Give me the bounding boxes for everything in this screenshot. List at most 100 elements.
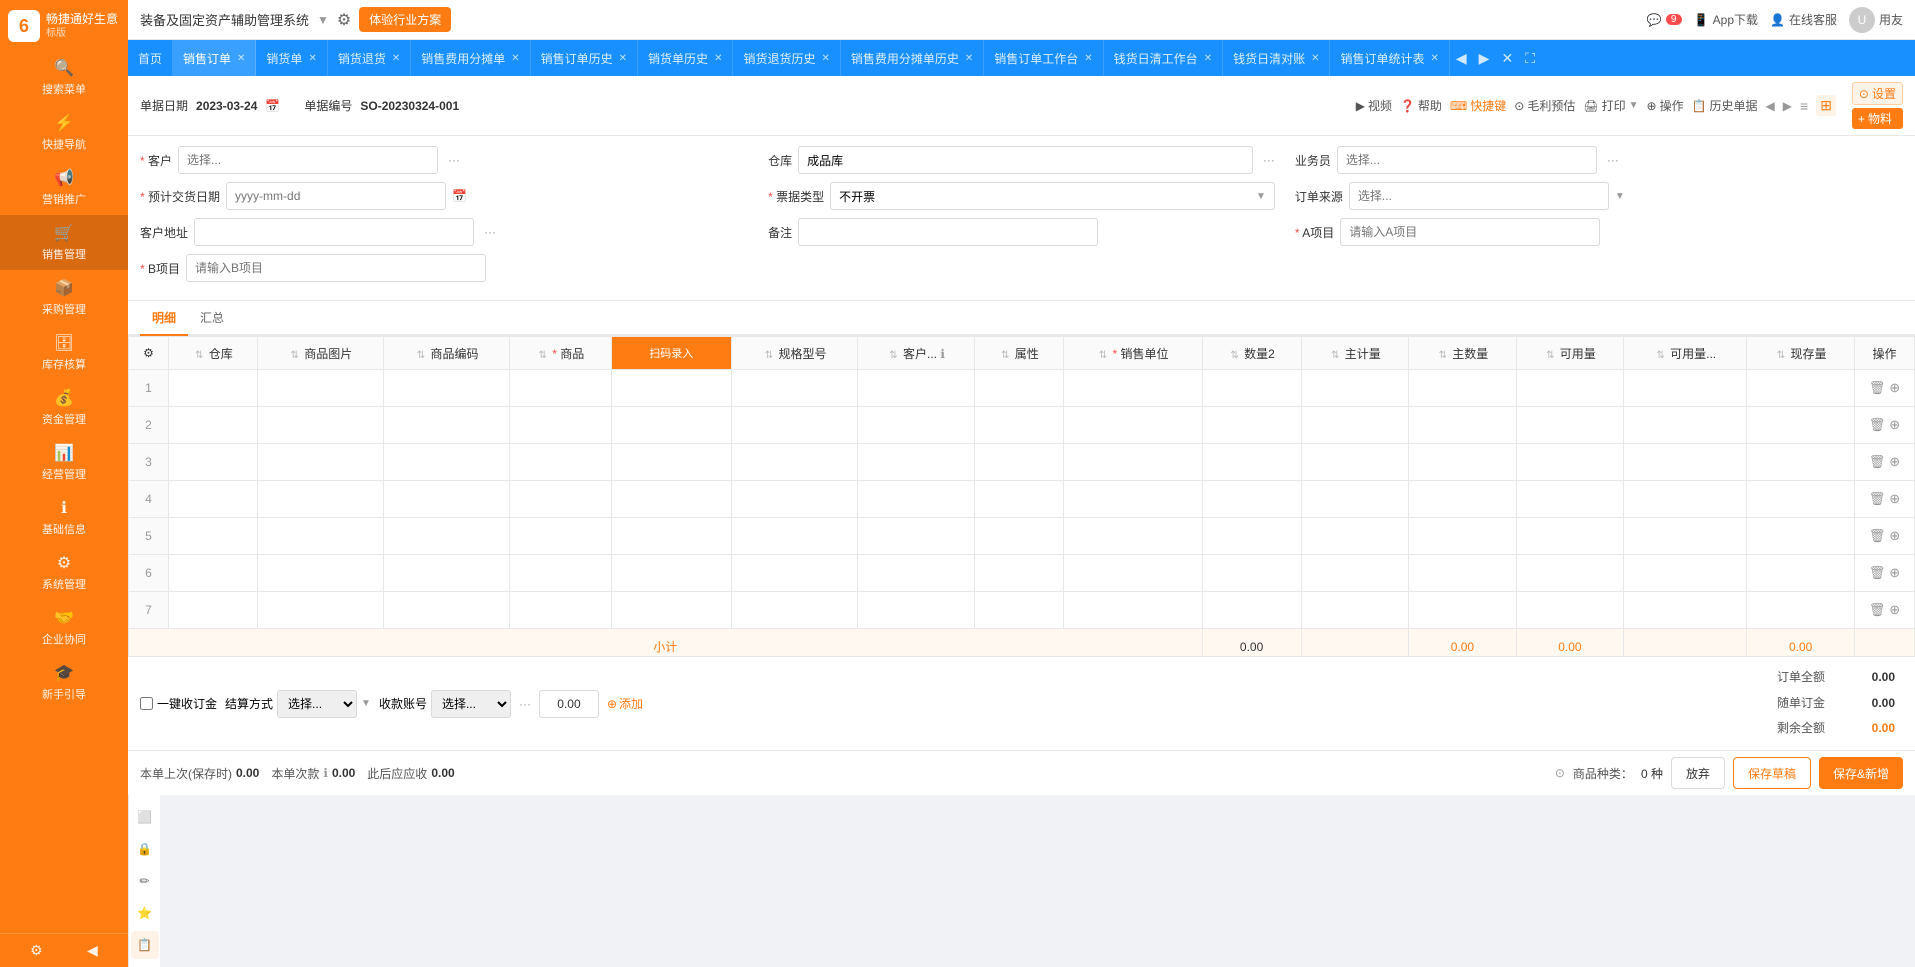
cell-customer-code-7[interactable] <box>858 592 975 629</box>
copy-row-4-icon[interactable]: ⊕ <box>1889 491 1900 507</box>
cell-qty2-2[interactable] <box>1202 407 1301 444</box>
cell-product-6[interactable] <box>510 555 611 592</box>
cell-attr-3[interactable] <box>974 444 1063 481</box>
cell-main-qty-5[interactable] <box>1409 518 1517 555</box>
right-panel-icon-5[interactable]: 📋 <box>131 931 159 959</box>
sort-spec-icon[interactable]: ⇅ <box>765 350 773 361</box>
sidebar-item-marketing[interactable]: 📢 营销推广 <box>0 160 128 215</box>
sort-main-qty-icon[interactable]: ⇅ <box>1439 350 1447 361</box>
cell-code-3[interactable] <box>384 444 510 481</box>
cell-spec-1[interactable] <box>731 370 857 407</box>
delivery-date-input[interactable] <box>226 182 446 210</box>
cell-stock-2[interactable] <box>1747 407 1855 444</box>
cell-spec-6[interactable] <box>731 555 857 592</box>
tab-sales-invoice-close[interactable]: ✕ <box>308 53 316 64</box>
cell-unit-4[interactable] <box>1063 481 1202 518</box>
cell-warehouse-4[interactable] <box>169 481 258 518</box>
cell-stock-6[interactable] <box>1747 555 1855 592</box>
amount-input[interactable] <box>539 690 599 718</box>
tab-sales-order-close[interactable]: ✕ <box>237 53 245 64</box>
sidebar-item-operations[interactable]: 📊 经营管理 <box>0 435 128 490</box>
cell-main-qty-4[interactable] <box>1409 481 1517 518</box>
cell-avail-7[interactable] <box>1516 592 1624 629</box>
settings-col-icon[interactable]: ⚙ <box>143 346 154 360</box>
tab-sales-order[interactable]: 销售订单 ✕ <box>173 40 256 76</box>
customer-input[interactable] <box>178 146 438 174</box>
sort-product-icon[interactable]: ⇅ <box>539 350 547 361</box>
cell-avail2-2[interactable] <box>1624 407 1747 444</box>
cell-qty2-5[interactable] <box>1202 518 1301 555</box>
tab-daily-clear-close[interactable]: ✕ <box>1204 53 1212 64</box>
account-select[interactable]: 选择... <box>431 690 511 718</box>
app-download-item[interactable]: 📱 App下载 <box>1694 11 1758 28</box>
cell-avail-2[interactable] <box>1516 407 1624 444</box>
sort-warehouse-icon[interactable]: ⇅ <box>195 350 203 361</box>
cell-image-4[interactable] <box>257 481 383 518</box>
sort-code-icon[interactable]: ⇅ <box>417 350 425 361</box>
cell-unit-7[interactable] <box>1063 592 1202 629</box>
cell-main-unit-3[interactable] <box>1301 444 1409 481</box>
tab-fee-history[interactable]: 销售费用分摊单历史 ✕ <box>841 40 984 76</box>
delete-row-6-icon[interactable]: 🗑 <box>1869 565 1886 581</box>
cell-unit-6[interactable] <box>1063 555 1202 592</box>
cell-unit-1[interactable] <box>1063 370 1202 407</box>
cell-avail2-7[interactable] <box>1624 592 1747 629</box>
warehouse-dots-btn[interactable]: ··· <box>1263 153 1275 167</box>
copy-row-5-icon[interactable]: ⊕ <box>1889 528 1900 544</box>
cell-code-4[interactable] <box>384 481 510 518</box>
cell-attr-1[interactable] <box>974 370 1063 407</box>
tab-invoice-history[interactable]: 销货单历史 ✕ <box>638 40 733 76</box>
right-panel-icon-4[interactable]: ⭐ <box>131 899 159 927</box>
cell-stock-7[interactable] <box>1747 592 1855 629</box>
sidebar-item-finance[interactable]: 💰 资金管理 <box>0 380 128 435</box>
cell-spec-3[interactable] <box>731 444 857 481</box>
salesperson-dots-btn[interactable]: ··· <box>1607 153 1619 167</box>
cell-attr-6[interactable] <box>974 555 1063 592</box>
cell-image-3[interactable] <box>257 444 383 481</box>
tab-summary[interactable]: 汇总 <box>188 301 236 336</box>
cell-warehouse-6[interactable] <box>169 555 258 592</box>
shortcut-btn[interactable]: ⌨ 快捷键 <box>1450 97 1506 114</box>
nav-right-btn[interactable]: ▶ <box>1783 99 1792 113</box>
copy-row-1-icon[interactable]: ⊕ <box>1889 380 1900 396</box>
sidebar-collapse-btn[interactable]: ◀ <box>87 942 98 959</box>
cell-stock-3[interactable] <box>1747 444 1855 481</box>
cell-scan-3[interactable] <box>611 444 731 481</box>
cell-attr-2[interactable] <box>974 407 1063 444</box>
sort-unit-icon[interactable]: ⇅ <box>1099 350 1107 361</box>
sidebar-item-base-info[interactable]: ℹ 基础信息 <box>0 490 128 545</box>
tab-daily-reconcile-close[interactable]: ✕ <box>1311 53 1319 64</box>
cell-warehouse-1[interactable] <box>169 370 258 407</box>
delete-row-2-icon[interactable]: 🗑 <box>1869 417 1886 433</box>
cell-warehouse-3[interactable] <box>169 444 258 481</box>
sort-customer-code-icon[interactable]: ⇅ <box>889 350 897 361</box>
cell-main-unit-2[interactable] <box>1301 407 1409 444</box>
tab-prev-btn[interactable]: ◀ <box>1450 40 1473 76</box>
cell-product-2[interactable] <box>510 407 611 444</box>
cell-avail-4[interactable] <box>1516 481 1624 518</box>
cell-attr-7[interactable] <box>974 592 1063 629</box>
right-panel-icon-2[interactable]: 🔒 <box>131 835 159 863</box>
cell-image-6[interactable] <box>257 555 383 592</box>
cell-avail-3[interactable] <box>1516 444 1624 481</box>
cell-avail2-6[interactable] <box>1624 555 1747 592</box>
a-project-input[interactable] <box>1340 218 1600 246</box>
tab-expand-btn[interactable]: ⛶ <box>1519 40 1541 76</box>
save-new-btn[interactable]: 保存&新增 <box>1819 757 1903 789</box>
notification-item[interactable]: 💬 9 <box>1647 13 1682 27</box>
settings-panel-btn[interactable]: ⊙ 设置 <box>1852 82 1903 105</box>
tab-daily-reconcile[interactable]: 钱货日清对账 ✕ <box>1223 40 1330 76</box>
sidebar-item-quick-nav[interactable]: ⚡ 快捷导航 <box>0 105 128 160</box>
delete-row-3-icon[interactable]: 🗑 <box>1869 454 1886 470</box>
cell-scan-1[interactable] <box>611 370 731 407</box>
cell-code-5[interactable] <box>384 518 510 555</box>
cell-scan-5[interactable] <box>611 518 731 555</box>
cell-unit-2[interactable] <box>1063 407 1202 444</box>
cell-spec-5[interactable] <box>731 518 857 555</box>
tab-sales-invoice[interactable]: 销货单 ✕ <box>256 40 327 76</box>
cell-qty2-7[interactable] <box>1202 592 1301 629</box>
remarks-input[interactable] <box>798 218 1098 246</box>
sort-image-icon[interactable]: ⇅ <box>290 350 298 361</box>
tab-next-btn[interactable]: ▶ <box>1473 40 1496 76</box>
sort-stock-icon[interactable]: ⇅ <box>1777 350 1785 361</box>
